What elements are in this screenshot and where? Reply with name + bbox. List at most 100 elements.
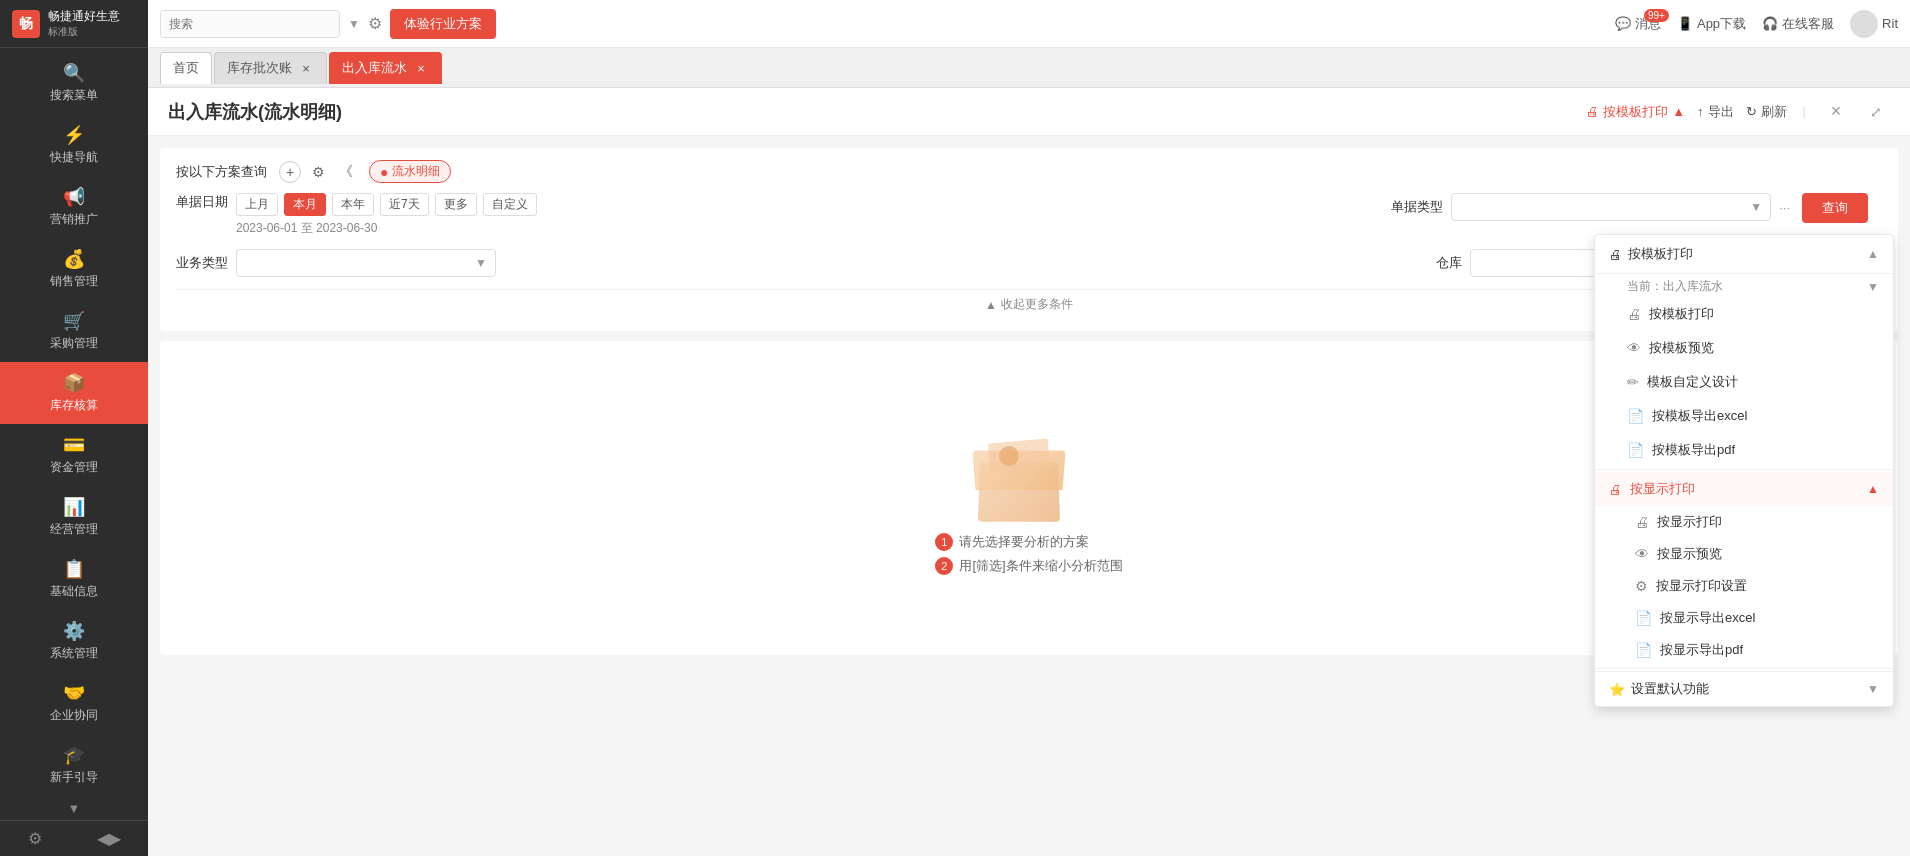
topbar-right: 💬 消息 99+ 📱 App下载 🎧 在线客服 Rit xyxy=(1615,10,1898,38)
print-template-button[interactable]: 🖨 按模板打印 ▲ xyxy=(1586,103,1685,121)
dropdown-item-display-print[interactable]: 🖨 按显示打印 xyxy=(1595,506,1893,538)
sidebar-item-label: 资金管理 xyxy=(50,459,98,476)
purchase-icon: 🛒 xyxy=(63,310,85,332)
display-excel-label: 按显示导出excel xyxy=(1660,609,1755,627)
user-avatar-area[interactable]: Rit xyxy=(1850,10,1898,38)
sidebar-item-sales[interactable]: 💰 销售管理 xyxy=(0,238,148,300)
tab-batch[interactable]: 库存批次账 × xyxy=(214,52,327,84)
page-actions: 🖨 按模板打印 ▲ ↑ 导出 ↻ 刷新 | × ⤢ xyxy=(1586,98,1890,126)
filter-tag[interactable]: ● 流水明细 xyxy=(369,160,451,183)
doc-type-dropdown[interactable]: ▼ xyxy=(1451,193,1771,221)
marketing-icon: 📢 xyxy=(63,186,85,208)
industry-solution-button[interactable]: 体验行业方案 xyxy=(390,9,496,39)
search-input[interactable] xyxy=(160,10,340,38)
collapse-label: 收起更多条件 xyxy=(1001,296,1073,313)
message-button[interactable]: 💬 消息 99+ xyxy=(1615,15,1661,33)
dropdown-header-title: 🖨 按模板打印 xyxy=(1609,245,1693,263)
search-dropdown-arrow[interactable]: ▼ xyxy=(348,17,360,31)
page-title: 出入库流水(流水明细) xyxy=(168,100,342,124)
dropdown-footer: ⭐ 设置默认功能 ▼ xyxy=(1595,671,1893,706)
settings-bottom-icon[interactable]: ⚙ xyxy=(28,829,42,848)
template-preview-label: 按模板预览 xyxy=(1649,339,1714,357)
tab-batch-close-button[interactable]: × xyxy=(298,60,314,76)
print-template-label: 按模板打印 xyxy=(1603,103,1668,121)
query-button[interactable]: 查询 xyxy=(1802,193,1868,223)
dropdown-item-template-preview[interactable]: 👁 按模板预览 xyxy=(1595,331,1893,365)
sales-icon: 💰 xyxy=(63,248,85,270)
sidebar-item-inventory[interactable]: 📦 库存核算 xyxy=(0,362,148,424)
date-btn-custom[interactable]: 自定义 xyxy=(483,193,537,216)
tab-home[interactable]: 首页 xyxy=(160,52,212,84)
sidebar-scroll-down[interactable]: ▼ xyxy=(0,796,148,820)
sidebar-item-search[interactable]: 🔍 搜索菜单 xyxy=(0,52,148,114)
message-icon: 💬 xyxy=(1615,16,1631,31)
sidebar-item-finance[interactable]: 💳 资金管理 xyxy=(0,424,148,486)
refresh-icon: ↻ xyxy=(1746,104,1757,119)
sidebar-nav: 🔍 搜索菜单 ⚡ 快捷导航 📢 营销推广 💰 销售管理 🛒 采购管理 📦 库存核… xyxy=(0,48,148,796)
tab-home-label: 首页 xyxy=(173,59,199,77)
tab-flow-close-button[interactable]: × xyxy=(413,60,429,76)
dropdown-header-arrow-icon[interactable]: ▲ xyxy=(1867,247,1879,261)
topbar: ▼ ⚙ 体验行业方案 💬 消息 99+ 📱 App下载 🎧 在线客服 Rit xyxy=(148,0,1910,48)
empty-illustration xyxy=(969,421,1089,521)
sidebar-item-quick-nav[interactable]: ⚡ 快捷导航 xyxy=(0,114,148,176)
app-download-button[interactable]: 📱 App下载 xyxy=(1677,15,1746,33)
refresh-button[interactable]: ↻ 刷新 xyxy=(1746,103,1787,121)
sidebar-item-collab[interactable]: 🤝 企业协同 xyxy=(0,672,148,734)
display-print-label: 按显示打印 xyxy=(1657,513,1722,531)
sidebar-item-label: 销售管理 xyxy=(50,273,98,290)
current-arrow-icon: ▼ xyxy=(1867,280,1879,294)
set-default-button[interactable]: ⭐ 设置默认功能 xyxy=(1609,680,1709,698)
date-btn-this-year[interactable]: 本年 xyxy=(332,193,374,216)
business-type-label: 业务类型 xyxy=(176,254,228,272)
sidebar-item-operations[interactable]: 📊 经营管理 xyxy=(0,486,148,548)
page-expand-button[interactable]: ⤢ xyxy=(1862,98,1890,126)
sidebar-item-label: 经营管理 xyxy=(50,521,98,538)
page-close-button[interactable]: × xyxy=(1822,98,1850,126)
sidebar-item-purchase[interactable]: 🛒 采购管理 xyxy=(0,300,148,362)
dropdown-item-display-settings[interactable]: ⚙ 按显示打印设置 xyxy=(1595,570,1893,602)
dropdown-item-template-customize[interactable]: ✏ 模板自定义设计 xyxy=(1595,365,1893,399)
guide-icon: 🎓 xyxy=(63,744,85,766)
display-section-icon: 🖨 xyxy=(1609,482,1622,497)
export-label: 导出 xyxy=(1708,103,1734,121)
dropdown-item-template-pdf[interactable]: 📄 按模板导出pdf xyxy=(1595,433,1893,467)
filter-settings-icon[interactable]: ⚙ xyxy=(307,161,329,183)
refresh-label: 刷新 xyxy=(1761,103,1787,121)
dropdown-item-template-print[interactable]: 🖨 按模板打印 xyxy=(1595,297,1893,331)
empty-tip-1: 1 请先选择要分析的方案 xyxy=(935,533,1122,551)
sidebar-item-system[interactable]: ⚙️ 系统管理 xyxy=(0,610,148,672)
date-btn-this-month[interactable]: 本月 xyxy=(284,193,326,216)
dropdown-section-display-print[interactable]: 🖨 按显示打印 ▲ xyxy=(1595,472,1893,506)
business-type-field: 业务类型 ▼ xyxy=(176,249,496,277)
date-btn-last-month[interactable]: 上月 xyxy=(236,193,278,216)
doc-type-arrow-icon: ▼ xyxy=(1750,200,1762,214)
dropdown-item-display-preview[interactable]: 👁 按显示预览 xyxy=(1595,538,1893,570)
inventory-icon: 📦 xyxy=(63,372,85,394)
doc-type-more-icon[interactable]: ··· xyxy=(1779,200,1790,215)
date-btn-more[interactable]: 更多 xyxy=(435,193,477,216)
sidebar-bottom: ⚙ ◀▶ xyxy=(0,820,148,856)
collapse-icon[interactable]: ◀▶ xyxy=(97,829,121,848)
sidebar-item-basic[interactable]: 📋 基础信息 xyxy=(0,548,148,610)
settings-gear-icon[interactable]: ⚙ xyxy=(368,14,382,33)
tab-flow[interactable]: 出入库流水 × xyxy=(329,52,442,84)
dropdown-item-display-pdf[interactable]: 📄 按显示导出pdf xyxy=(1595,634,1893,666)
sidebar-item-guide[interactable]: 🎓 新手引导 xyxy=(0,734,148,796)
sidebar-item-marketing[interactable]: 📢 营销推广 xyxy=(0,176,148,238)
export-button[interactable]: ↑ 导出 xyxy=(1697,103,1734,121)
date-btn-7days[interactable]: 近7天 xyxy=(380,193,429,216)
display-excel-icon: 📄 xyxy=(1635,610,1652,626)
dropdown-item-display-excel[interactable]: 📄 按显示导出excel xyxy=(1595,602,1893,634)
filter-row-1: 按以下方案查询 + ⚙ 《 ● 流水明细 xyxy=(176,160,1882,183)
export-icon: ↑ xyxy=(1697,104,1704,119)
business-type-dropdown[interactable]: ▼ xyxy=(236,249,496,277)
filter-add-button[interactable]: + xyxy=(279,161,301,183)
template-customize-label: 模板自定义设计 xyxy=(1647,373,1738,391)
filter-collapse-icon[interactable]: 《 xyxy=(335,161,357,183)
display-preview-icon: 👁 xyxy=(1635,546,1649,562)
dropdown-item-template-excel[interactable]: 📄 按模板导出excel xyxy=(1595,399,1893,433)
tab-flow-label: 出入库流水 xyxy=(342,59,407,77)
online-service-button[interactable]: 🎧 在线客服 xyxy=(1762,15,1834,33)
date-range-display: 2023-06-01 至 2023-06-30 xyxy=(236,220,537,237)
